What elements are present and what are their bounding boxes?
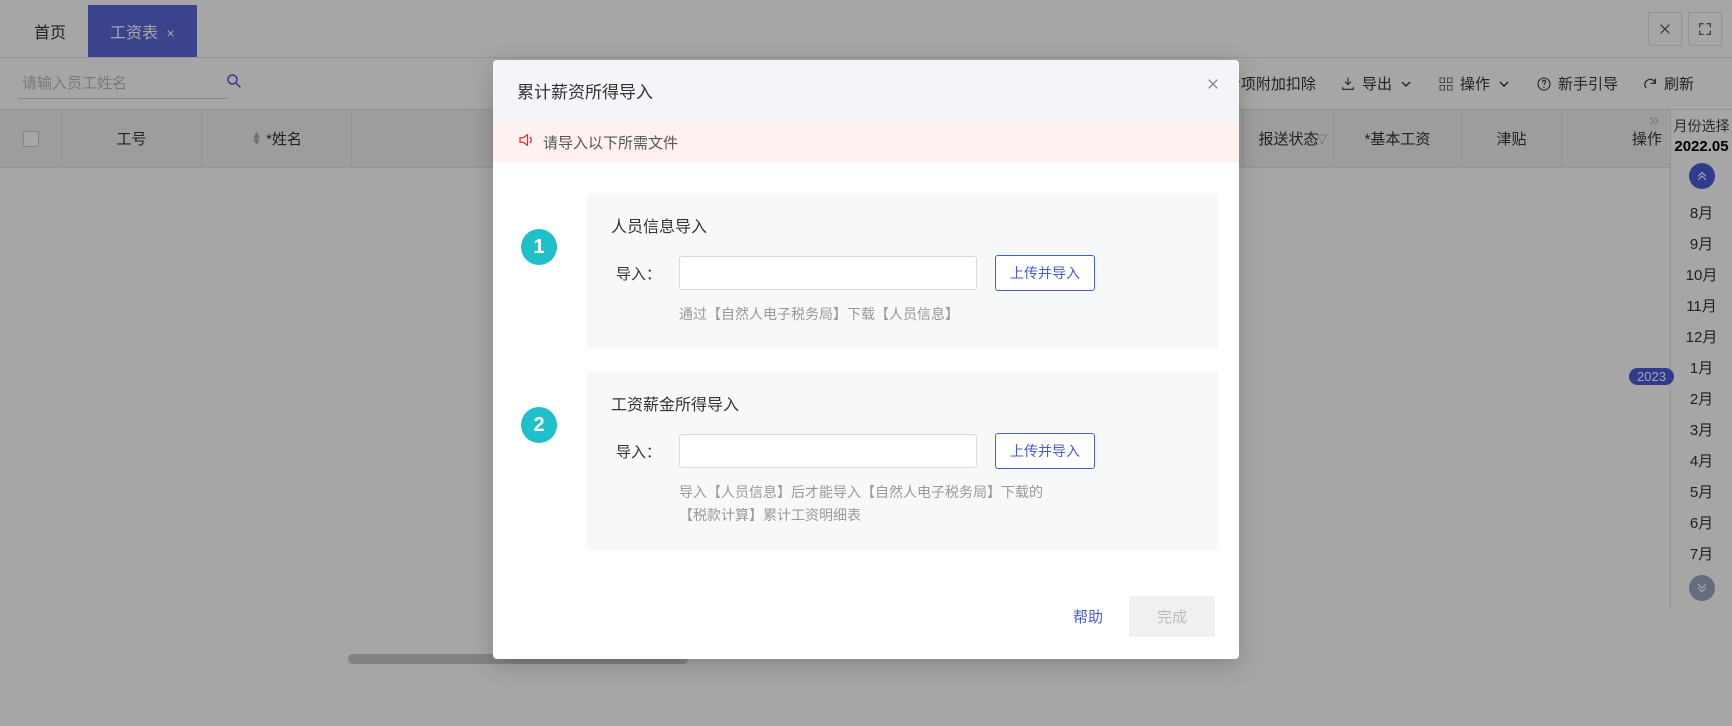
step-2-title: 工资薪金所得导入 <box>611 391 1195 415</box>
close-icon <box>1205 76 1221 92</box>
modal-close-button[interactable] <box>1205 76 1221 97</box>
modal-footer: 帮助 完成 <box>493 582 1239 659</box>
modal-body: 1 人员信息导入 导入： 上传并导入 通过【自然人电子税务局】下载【人员信息】 … <box>493 163 1239 582</box>
step-1-upload-button[interactable]: 上传并导入 <box>995 255 1095 291</box>
step-1-title: 人员信息导入 <box>611 213 1195 237</box>
modal-alert: 请导入以下所需文件 <box>493 121 1239 163</box>
step-2: 2 工资薪金所得导入 导入： 上传并导入 导入【人员信息】后才能导入【自然人电子… <box>513 371 1219 550</box>
step-2-label: 导入： <box>611 441 661 462</box>
step-2-badge: 2 <box>521 407 557 443</box>
modal-header: 累计薪资所得导入 <box>493 60 1239 121</box>
modal-alert-text: 请导入以下所需文件 <box>543 132 678 153</box>
horn-icon <box>517 131 535 153</box>
import-modal: 累计薪资所得导入 请导入以下所需文件 1 人员信息导入 导入： 上传并导入 通过… <box>493 60 1239 659</box>
step-1: 1 人员信息导入 导入： 上传并导入 通过【自然人电子税务局】下载【人员信息】 <box>513 193 1219 349</box>
help-link[interactable]: 帮助 <box>1073 606 1103 627</box>
step-2-hint: 导入【人员信息】后才能导入【自然人电子税务局】下载的【税款计算】累计工资明细表 <box>679 481 1059 526</box>
step-1-file-input[interactable] <box>679 256 977 290</box>
step-2-file-input[interactable] <box>679 434 977 468</box>
modal-title: 累计薪资所得导入 <box>517 83 653 102</box>
step-1-hint: 通过【自然人电子税务局】下载【人员信息】 <box>679 303 1059 325</box>
step-1-badge: 1 <box>521 229 557 265</box>
done-button[interactable]: 完成 <box>1129 596 1215 637</box>
step-1-label: 导入： <box>611 263 661 284</box>
step-2-upload-button[interactable]: 上传并导入 <box>995 433 1095 469</box>
